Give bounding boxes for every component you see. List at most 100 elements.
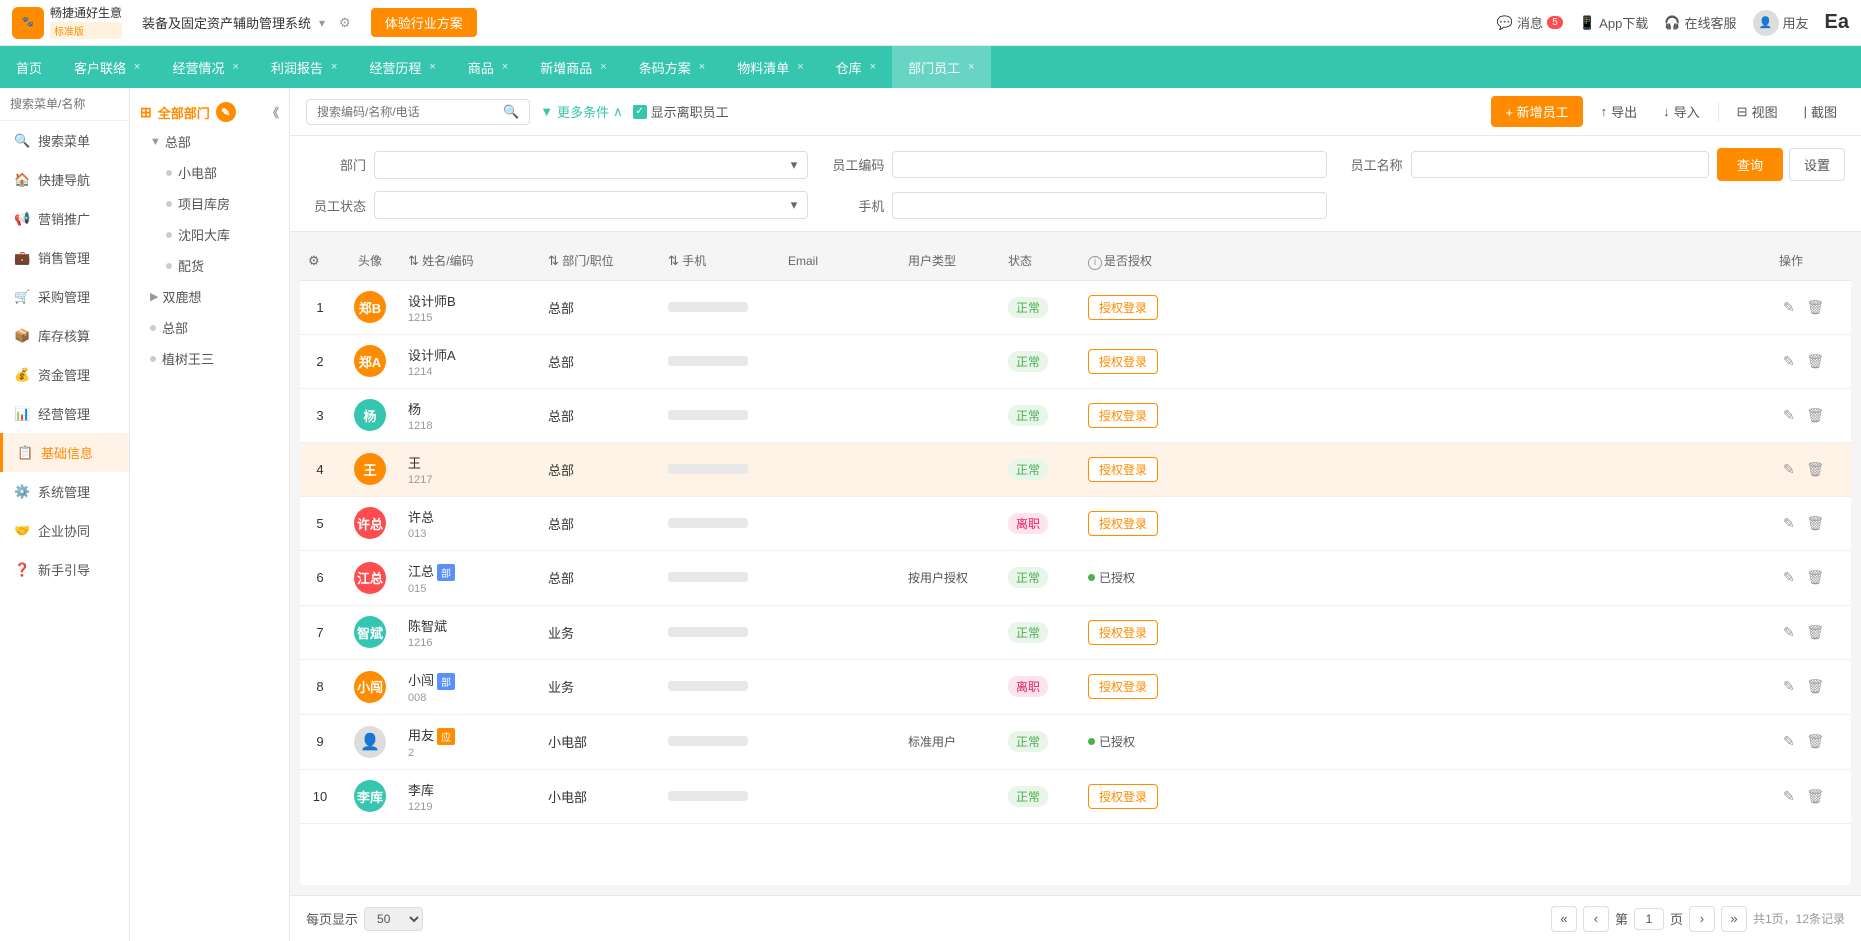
- dept-item-project[interactable]: 项目库房: [156, 188, 289, 219]
- edit-button[interactable]: ✎: [1779, 405, 1799, 426]
- dept-item-headquarters-expand[interactable]: ▼ 总部: [140, 126, 289, 157]
- dept-item-zongbu[interactable]: 总部: [140, 312, 289, 343]
- delete-button[interactable]: 🗑: [1802, 567, 1828, 588]
- export-btn[interactable]: ↑ 导出: [1593, 98, 1646, 125]
- auth-login-button[interactable]: 授权登录: [1088, 784, 1158, 809]
- tab-add-product-close[interactable]: ×: [600, 61, 606, 73]
- col-phone[interactable]: ⇅ 手机: [660, 242, 780, 280]
- edit-button[interactable]: ✎: [1779, 622, 1799, 643]
- phone-filter-input[interactable]: [892, 192, 1326, 219]
- sys-title-dropdown-icon[interactable]: ▾: [319, 16, 325, 30]
- dept-item-xiaodian[interactable]: 小电部: [156, 157, 289, 188]
- tab-bom[interactable]: 物料清单 ×: [721, 46, 819, 88]
- tab-history-close[interactable]: ×: [429, 61, 435, 73]
- emp-status-filter-select[interactable]: ▾: [374, 191, 808, 219]
- edit-button[interactable]: ✎: [1779, 459, 1799, 480]
- delete-button[interactable]: 🗑: [1802, 731, 1828, 752]
- query-button[interactable]: 查询: [1717, 148, 1783, 181]
- dept-collapse-icon[interactable]: 《: [267, 104, 279, 121]
- sidebar-item-basic-info[interactable]: 📋 基础信息: [0, 433, 129, 472]
- trial-button[interactable]: 体验行业方案: [371, 8, 477, 37]
- sidebar-item-guide[interactable]: ❓ 新手引导: [0, 550, 129, 589]
- msg-item[interactable]: 💬 消息 5: [1497, 13, 1563, 32]
- sidebar-item-sales[interactable]: 💼 销售管理: [0, 238, 129, 277]
- sidebar-item-inventory[interactable]: 📦 库存核算: [0, 316, 129, 355]
- tab-warehouse[interactable]: 仓库 ×: [820, 46, 892, 88]
- online-service-item[interactable]: 🎧 在线客服: [1664, 13, 1736, 32]
- tab-warehouse-close[interactable]: ×: [870, 61, 876, 73]
- delete-button[interactable]: 🗑: [1802, 351, 1828, 372]
- sidebar-item-marketing[interactable]: 📢 营销推广: [0, 199, 129, 238]
- emp-code-filter-input[interactable]: [892, 151, 1326, 178]
- last-page-btn[interactable]: »: [1721, 906, 1747, 932]
- tab-bom-close[interactable]: ×: [797, 61, 803, 73]
- edit-button[interactable]: ✎: [1779, 297, 1799, 318]
- prev-page-btn[interactable]: ‹: [1583, 906, 1609, 932]
- delete-button[interactable]: 🗑: [1802, 405, 1828, 426]
- col-dept-position[interactable]: ⇅ 部门/职位: [540, 242, 660, 280]
- sidebar-item-nav[interactable]: 🏠 快捷导航: [0, 160, 129, 199]
- show-resigned-checkbox[interactable]: ✓: [633, 105, 647, 119]
- tab-dept-employee-close[interactable]: ×: [968, 61, 974, 73]
- dept-item-shenyang[interactable]: 沈阳大库: [156, 219, 289, 250]
- sidebar-item-finance[interactable]: 💰 资金管理: [0, 355, 129, 394]
- delete-button[interactable]: 🗑: [1802, 676, 1828, 697]
- auth-login-button[interactable]: 授权登录: [1088, 511, 1158, 536]
- sidebar-item-system[interactable]: ⚙️ 系统管理: [0, 472, 129, 511]
- edit-button[interactable]: ✎: [1779, 786, 1799, 807]
- auth-login-button[interactable]: 授权登录: [1088, 349, 1158, 374]
- add-employee-button[interactable]: + 新增员工: [1491, 96, 1582, 127]
- tab-product[interactable]: 商品 ×: [452, 46, 524, 88]
- tab-history[interactable]: 经营历程 ×: [353, 46, 451, 88]
- view-btn[interactable]: ⊟ 视图: [1729, 98, 1786, 125]
- per-page-select[interactable]: 50 100: [364, 907, 423, 931]
- tab-customer[interactable]: 客户联络 ×: [58, 46, 156, 88]
- edit-button[interactable]: ✎: [1779, 513, 1799, 534]
- edit-button[interactable]: ✎: [1779, 676, 1799, 697]
- auth-login-button[interactable]: 授权登录: [1088, 403, 1158, 428]
- tab-add-product[interactable]: 新增商品 ×: [524, 46, 622, 88]
- tab-operation[interactable]: 经营情况 ×: [156, 46, 254, 88]
- auth-login-button[interactable]: 授权登录: [1088, 620, 1158, 645]
- dept-item-shuanglu[interactable]: ▶ 双鹿想: [140, 281, 289, 312]
- import-btn[interactable]: ↓ 导入: [1655, 98, 1708, 125]
- tab-barcode-close[interactable]: ×: [699, 61, 705, 73]
- edit-button[interactable]: ✎: [1779, 731, 1799, 752]
- auth-login-button[interactable]: 授权登录: [1088, 674, 1158, 699]
- more-conditions-btn[interactable]: ▼ 更多条件 ∧: [540, 102, 622, 121]
- tab-customer-close[interactable]: ×: [134, 61, 140, 73]
- gear-icon[interactable]: ⚙: [339, 15, 351, 31]
- tab-dept-employee[interactable]: 部门员工 ×: [892, 46, 990, 88]
- delete-button[interactable]: 🗑: [1802, 622, 1828, 643]
- tab-profit-close[interactable]: ×: [331, 61, 337, 73]
- delete-button[interactable]: 🗑: [1802, 297, 1828, 318]
- col-name-code[interactable]: ⇅ 姓名/编码: [400, 242, 540, 280]
- search-icon[interactable]: 🔍: [503, 104, 519, 120]
- auth-login-button[interactable]: 授权登录: [1088, 457, 1158, 482]
- show-resigned-toggle[interactable]: ✓ 显示离职员工: [633, 102, 729, 121]
- sidebar-item-purchase[interactable]: 🛒 采购管理: [0, 277, 129, 316]
- dept-item-peiho[interactable]: 配货: [156, 250, 289, 281]
- auth-info-icon[interactable]: i: [1088, 256, 1102, 270]
- dept-item-zhishu[interactable]: 植树王三: [140, 343, 289, 374]
- dept-edit-icon[interactable]: ✎: [216, 102, 236, 122]
- tab-profit[interactable]: 利润报告 ×: [255, 46, 353, 88]
- next-page-btn[interactable]: ›: [1689, 906, 1715, 932]
- delete-button[interactable]: 🗑: [1802, 513, 1828, 534]
- edit-button[interactable]: ✎: [1779, 351, 1799, 372]
- set-button[interactable]: 设置: [1789, 148, 1845, 181]
- sidebar-item-operations[interactable]: 📊 经营管理: [0, 394, 129, 433]
- delete-button[interactable]: 🗑: [1802, 459, 1828, 480]
- emp-name-filter-input[interactable]: [1411, 151, 1709, 178]
- auth-login-button[interactable]: 授权登录: [1088, 295, 1158, 320]
- sidebar-item-search[interactable]: 🔍 搜索菜单: [0, 121, 129, 160]
- tab-product-close[interactable]: ×: [502, 61, 508, 73]
- edit-button[interactable]: ✎: [1779, 567, 1799, 588]
- delete-button[interactable]: 🗑: [1802, 786, 1828, 807]
- tab-home[interactable]: 首页: [0, 46, 58, 88]
- user-item[interactable]: 👤 用友: [1753, 10, 1809, 36]
- settings-gear-icon[interactable]: ⚙: [308, 253, 320, 268]
- app-download-item[interactable]: 📱 App下载: [1579, 13, 1648, 32]
- dept-header[interactable]: ⊞ 全部部门 ✎ 《: [130, 98, 289, 126]
- more-btn[interactable]: | 截图: [1796, 98, 1845, 125]
